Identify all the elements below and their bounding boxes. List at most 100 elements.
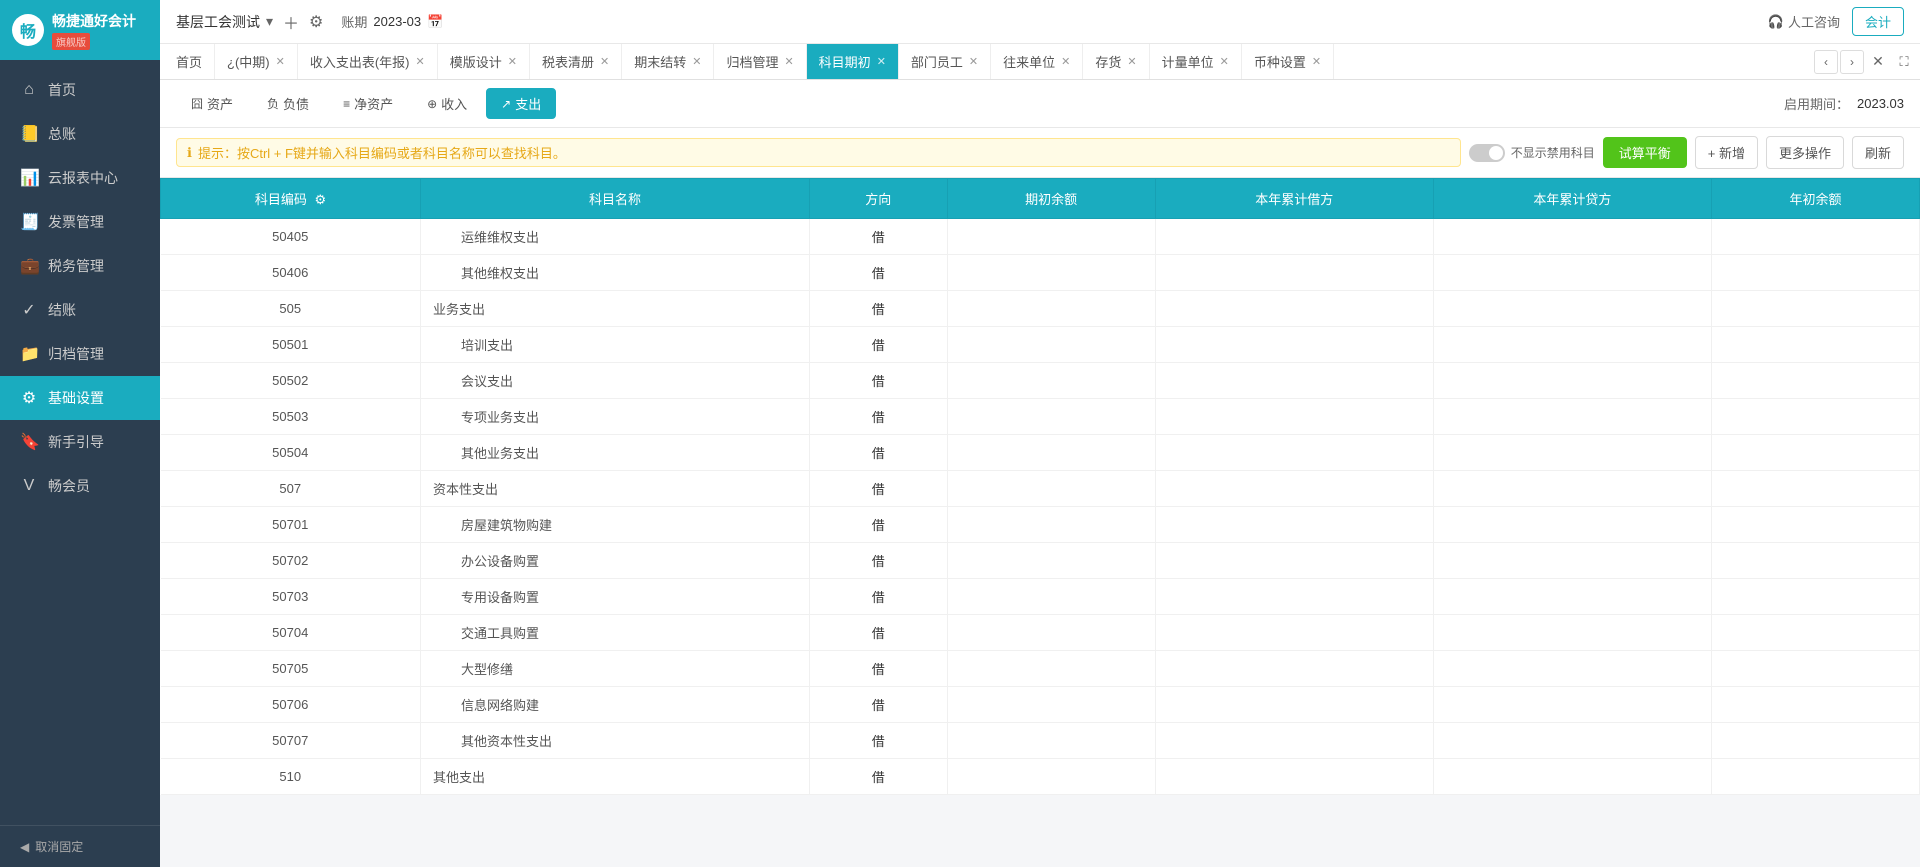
tab-close-period[interactable]: ✕ [276,55,285,68]
hint-text: 提示：按Ctrl + F键并输入科目编码或者科目名称可以查找科目。 [198,143,566,162]
sidebar-item-ledger[interactable]: 📒总账 [0,112,160,156]
add-subject-btn[interactable]: + 新增 [1695,136,1758,169]
sidebar-label-tax: 税务管理 [48,256,104,276]
cell-year-opening [1711,471,1919,507]
cell-ytd-credit [1433,219,1711,255]
tab-income[interactable]: 收入支出表(年报)✕ [298,44,438,80]
table-row[interactable]: 50704 交通工具购置 借 [161,615,1920,651]
add-company-btn[interactable]: ＋ [283,10,299,34]
tab-close-dept[interactable]: ✕ [969,55,978,68]
company-settings-icon[interactable]: ⚙ [309,12,323,32]
tab-currency[interactable]: 币种设置✕ [1242,44,1334,80]
sidebar-item-member[interactable]: V畅会员 [0,464,160,508]
tab-close-all-btn[interactable]: ✕ [1866,50,1890,74]
table-row[interactable]: 50503 专项业务支出 借 [161,399,1920,435]
company-name: 基层工会测试 [176,12,260,32]
table-row[interactable]: 50406 其他维权支出 借 [161,255,1920,291]
cell-opening-balance [947,759,1155,795]
col-opening-balance: 期初余额 [947,179,1155,219]
sidebar-item-reports[interactable]: 📊云报表中心 [0,156,160,200]
sidebar-item-settlement[interactable]: ✓结账 [0,288,160,332]
cell-code: 50501 [161,327,421,363]
company-selector[interactable]: 基层工会测试 ▾ [176,12,273,32]
tab-close-template[interactable]: ✕ [508,55,517,68]
col-settings-icon[interactable]: ⚙ [314,192,326,207]
refresh-btn[interactable]: 刷新 [1852,136,1904,169]
tab-template[interactable]: 模版设计✕ [438,44,530,80]
sidebar-item-settings[interactable]: ⚙基础设置 [0,376,160,420]
subtab-net_asset[interactable]: ≡净资产 [328,88,408,119]
subtab-label-income_tab: 收入 [441,94,467,113]
cell-opening-balance [947,435,1155,471]
sidebar-item-tax[interactable]: 💼 税务管理 [0,244,160,288]
account-role-btn[interactable]: 会计 [1852,7,1904,36]
service-btn[interactable]: 🎧 人工咨询 [1768,12,1840,31]
period-selector: 账期 2023-03 📅 [341,12,443,31]
tab-close-clients[interactable]: ✕ [1061,55,1070,68]
tab-clients[interactable]: 往来单位✕ [991,44,1083,80]
tab-period_end[interactable]: 期末结转✕ [622,44,714,80]
table-row[interactable]: 50504 其他业务支出 借 [161,435,1920,471]
more-actions-btn[interactable]: 更多操作 [1766,136,1844,169]
table-row[interactable]: 50706 信息网络购建 借 [161,687,1920,723]
sidebar-icon-tax: 💼 [20,256,38,276]
subtab-liability[interactable]: 负负债 [252,88,324,119]
tab-period[interactable]: ¿(中期) ✕ [215,44,298,80]
tab-scroll-right-btn[interactable]: › [1840,50,1864,74]
toggle-input[interactable] [1469,144,1505,162]
table-row[interactable]: 50501 培训支出 借 [161,327,1920,363]
tab-expand-btn[interactable]: ⛶ [1892,50,1916,74]
tab-dept[interactable]: 部门员工✕ [899,44,991,80]
sidebar-icon-settings: ⚙ [20,388,38,408]
table-row[interactable]: 50502 会议支出 借 [161,363,1920,399]
table-row[interactable]: 50405 运维维权支出 借 [161,219,1920,255]
sidebar-footer[interactable]: ◀ 取消固定 [0,825,160,867]
tab-close-period_end[interactable]: ✕ [692,55,701,68]
tab-inventory[interactable]: 存货 ✕ [1083,44,1149,80]
sidebar-item-guide[interactable]: 🔖新手引导 [0,420,160,464]
sidebar-item-archive[interactable]: 📁归档管理 [0,332,160,376]
subtab-asset[interactable]: 囧资产 [176,88,248,119]
sidebar-item-home[interactable]: ⌂首页 [0,68,160,112]
table-row[interactable]: 50707 其他资本性支出 借 [161,723,1920,759]
toggle-knob [1489,146,1503,160]
tab-close-archive[interactable]: ✕ [784,55,793,68]
cell-name: 培训支出 [421,327,810,363]
tab-scroll-left-btn[interactable]: ‹ [1814,50,1838,74]
cell-ytd-credit [1433,399,1711,435]
cell-code: 50701 [161,507,421,543]
subtab-icon-income_tab: ⊕ [427,97,437,111]
table-row[interactable]: 505 业务支出 借 [161,291,1920,327]
tab-tax[interactable]: 税表清册✕ [530,44,622,80]
tab-unit[interactable]: 计量单位✕ [1150,44,1242,80]
cell-code: 507 [161,471,421,507]
table-row[interactable]: 507 资本性支出 借 [161,471,1920,507]
cell-year-opening [1711,759,1919,795]
table-row[interactable]: 50702 办公设备购置 借 [161,543,1920,579]
tab-close-currency[interactable]: ✕ [1312,55,1321,68]
tab-close-unit[interactable]: ✕ [1220,55,1229,68]
subtab-expense[interactable]: ↗支出 [486,88,556,119]
tab-label-inventory: 存货 [1095,52,1121,71]
tab-close-subject_init[interactable]: ✕ [877,55,886,68]
cell-year-opening [1711,543,1919,579]
table-row[interactable]: 50703 专用设备购置 借 [161,579,1920,615]
calendar-icon[interactable]: 📅 [427,14,443,30]
tab-close-inventory[interactable]: ✕ [1127,55,1136,68]
tab-home[interactable]: 首页 [164,44,215,80]
table-row[interactable]: 50701 房屋建筑物购建 借 [161,507,1920,543]
tab-close-tax[interactable]: ✕ [600,55,609,68]
subtab-income_tab[interactable]: ⊕ 收入 [412,88,482,119]
topbar-right: 🎧 人工咨询 会计 [1768,7,1904,36]
table-row[interactable]: 50705 大型修缮 借 [161,651,1920,687]
tab-label-period: ¿(中期) [227,52,270,71]
tab-archive[interactable]: 归档管理✕ [714,44,806,80]
tab-close-income[interactable]: ✕ [416,55,425,68]
tab-label-home: 首页 [176,52,202,71]
table-row[interactable]: 510 其他支出 借 [161,759,1920,795]
tab-subject_init[interactable]: 科目期初✕ [807,44,899,80]
balance-calc-btn[interactable]: 试算平衡 [1603,137,1687,168]
sidebar-item-invoice[interactable]: 🧾发票管理 [0,200,160,244]
cell-ytd-credit [1433,327,1711,363]
sidebar-nav: ⌂首页📒总账📊云报表中心🧾发票管理 💼 税务管理 ✓结账📁归档管理⚙基础设置🔖新手引导… [0,60,160,825]
